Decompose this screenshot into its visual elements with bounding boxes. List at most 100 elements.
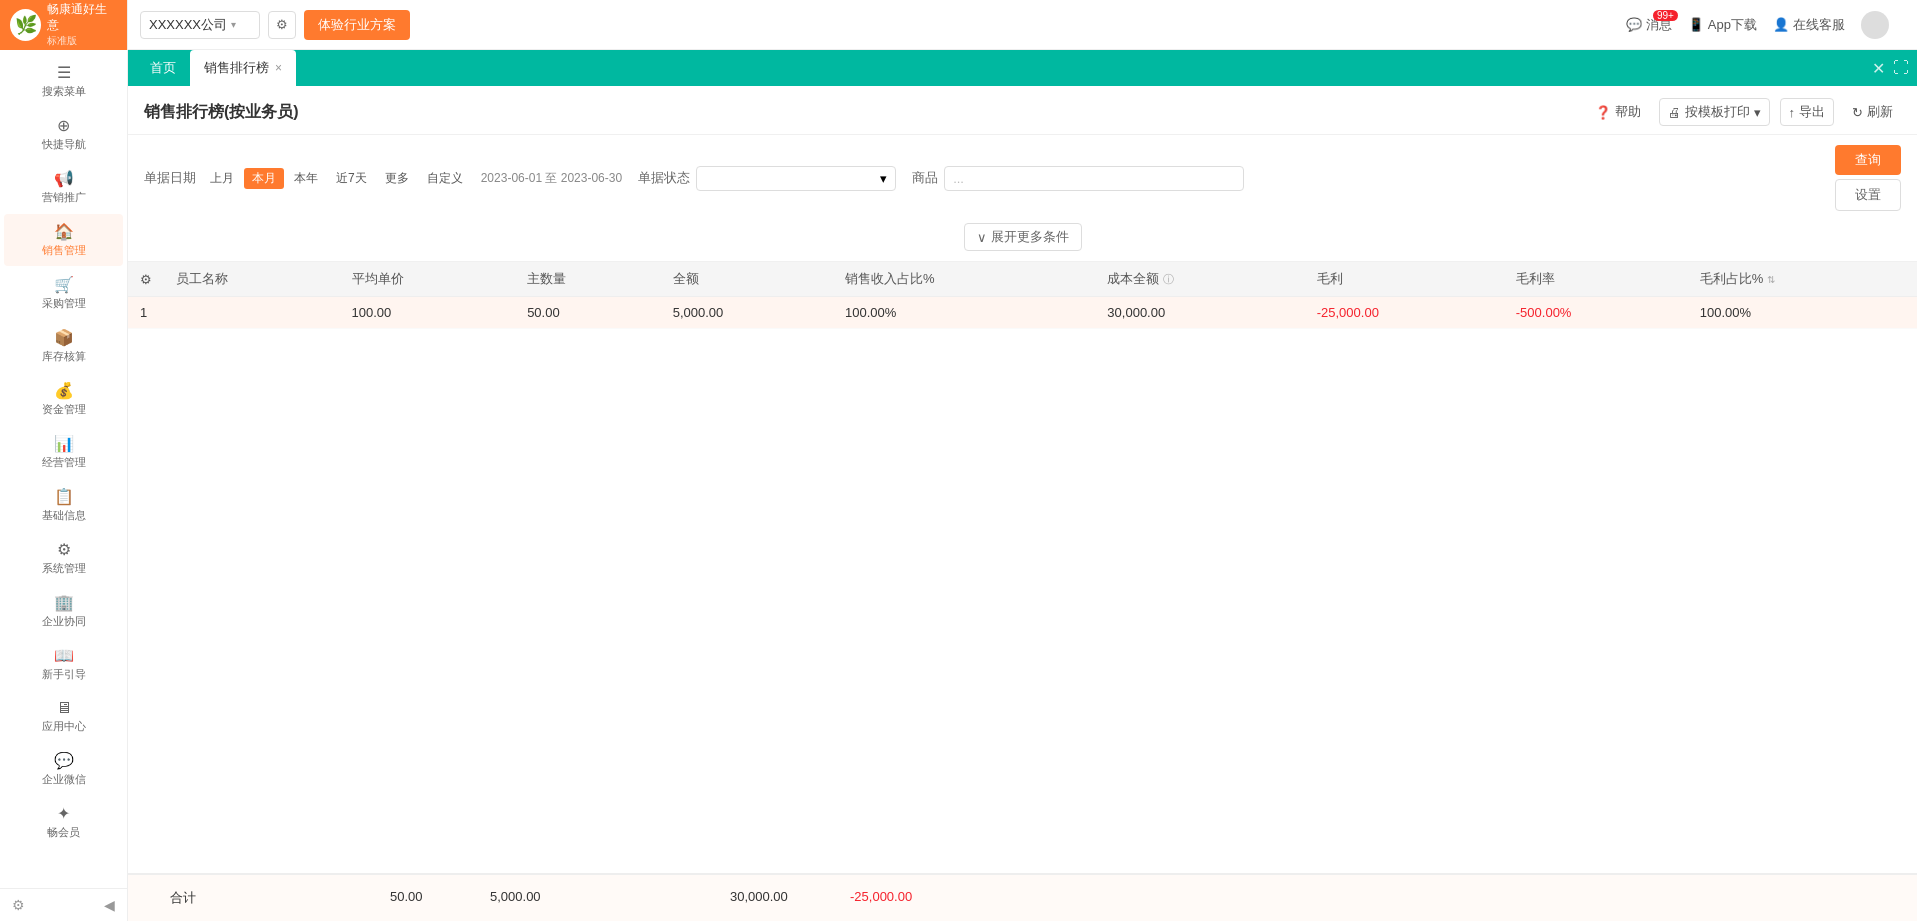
app-download-btn[interactable]: 📱 App下载 bbox=[1688, 16, 1757, 34]
sidebar-item-label: 快捷导航 bbox=[42, 137, 86, 152]
sidebar-item-guide[interactable]: 📖 新手引导 bbox=[4, 638, 123, 690]
sidebar-item-label: 库存核算 bbox=[42, 349, 86, 364]
sidebar-item-finance[interactable]: 💰 资金管理 bbox=[4, 373, 123, 425]
help-btn[interactable]: ❓ 帮助 bbox=[1587, 99, 1649, 125]
sidebar-item-label: 经营管理 bbox=[42, 455, 86, 470]
cell-avg-price: 100.00 bbox=[340, 297, 516, 329]
trial-button[interactable]: 体验行业方案 bbox=[304, 10, 410, 40]
th-settings[interactable]: ⚙ bbox=[128, 262, 164, 297]
filter-area: 单据日期 上月 本月 本年 近7天 更多 自定义 2023-06-01 至 20… bbox=[128, 135, 1917, 262]
enterprise-icon: 🏢 bbox=[54, 593, 74, 612]
date-tab-current-year[interactable]: 本年 bbox=[286, 168, 326, 189]
search-menu-icon: ☰ bbox=[57, 63, 71, 82]
sidebar-item-search[interactable]: ☰ 搜索菜单 bbox=[4, 55, 123, 107]
goods-placeholder: ... bbox=[953, 171, 964, 186]
sidebar-item-base-info[interactable]: 📋 基础信息 bbox=[4, 479, 123, 531]
th-avg-price: 平均单价 bbox=[340, 262, 516, 297]
gear-icon: ⚙ bbox=[276, 17, 288, 32]
sidebar-item-purchase[interactable]: 🛒 采购管理 bbox=[4, 267, 123, 319]
system-icon: ⚙ bbox=[57, 540, 71, 559]
page-header: 销售排行榜(按业务员) ❓ 帮助 🖨 按模板打印 ▾ ↑ 导出 ↻ 刷新 bbox=[128, 86, 1917, 135]
sort-icon: ⇅ bbox=[1767, 274, 1775, 285]
sidebar-item-inventory[interactable]: 📦 库存核算 bbox=[4, 320, 123, 372]
print-icon: 🖨 bbox=[1668, 105, 1681, 120]
main-area: XXXXXX公司 ▾ ⚙ 体验行业方案 💬 消息 99+ 📱 App下载 👤 在… bbox=[128, 0, 1917, 921]
goods-filter-label: 商品 bbox=[912, 169, 938, 187]
help-icon: ❓ bbox=[1595, 105, 1611, 120]
refresh-label: 刷新 bbox=[1867, 103, 1893, 121]
sidebar-item-operations[interactable]: 📊 经营管理 bbox=[4, 426, 123, 478]
sidebar-item-label: 搜索菜单 bbox=[42, 84, 86, 99]
purchase-icon: 🛒 bbox=[54, 275, 74, 294]
print-btn[interactable]: 🖨 按模板打印 ▾ bbox=[1659, 98, 1770, 126]
logo-subtitle: 标准版 bbox=[47, 34, 117, 48]
logo-title: 畅康通好生意 bbox=[47, 2, 117, 33]
date-filter-label: 单据日期 bbox=[144, 169, 196, 187]
window-close-icon[interactable]: ✕ bbox=[1872, 59, 1885, 78]
date-tab-custom[interactable]: 自定义 bbox=[419, 168, 471, 189]
topbar-right: 💬 消息 99+ 📱 App下载 👤 在线客服 bbox=[1626, 11, 1905, 39]
sidebar-collapse-btn[interactable]: ◀ bbox=[104, 897, 115, 913]
cost-info-icon[interactable]: ⓘ bbox=[1163, 273, 1174, 285]
tab-sales-ranking[interactable]: 销售排行榜 × bbox=[190, 50, 296, 86]
tab-home-label: 首页 bbox=[150, 59, 176, 77]
th-main-qty: 主数量 bbox=[515, 262, 661, 297]
cell-total: 5,000.00 bbox=[661, 297, 833, 329]
status-chevron-icon: ▾ bbox=[880, 171, 887, 186]
export-btn[interactable]: ↑ 导出 bbox=[1780, 98, 1835, 126]
guide-icon: 📖 bbox=[54, 646, 74, 665]
marketing-icon: 📢 bbox=[54, 169, 74, 188]
page-title: 销售排行榜(按业务员) bbox=[144, 102, 299, 123]
sidebar-settings-btn[interactable]: ⚙ bbox=[12, 897, 25, 913]
table-header: ⚙ 员工名称 平均单价 主数量 全额 销售收入占比% 成本全额 ⓘ 毛利 毛利率… bbox=[128, 262, 1917, 297]
date-tab-more[interactable]: 更多 bbox=[377, 168, 417, 189]
window-maximize-icon[interactable]: ⛶ bbox=[1893, 59, 1909, 78]
sidebar-item-member[interactable]: ✦ 畅会员 bbox=[4, 796, 123, 848]
sidebar-item-sales[interactable]: 🏠 销售管理 bbox=[4, 214, 123, 266]
footer-spacer bbox=[128, 883, 158, 913]
date-tab-7days[interactable]: 近7天 bbox=[328, 168, 375, 189]
goods-filter-group: 商品 ... bbox=[912, 166, 1244, 191]
tab-home[interactable]: 首页 bbox=[136, 50, 190, 86]
date-tab-prev-month[interactable]: 上月 bbox=[202, 168, 242, 189]
tab-close-icon[interactable]: × bbox=[275, 61, 282, 75]
sidebar-item-system[interactable]: ⚙ 系统管理 bbox=[4, 532, 123, 584]
search-button[interactable]: 查询 bbox=[1835, 145, 1901, 175]
phone-icon: 📱 bbox=[1688, 17, 1704, 32]
app-download-label: App下载 bbox=[1708, 16, 1757, 34]
footer-label: 合计 bbox=[158, 883, 278, 913]
sidebar-item-label: 新手引导 bbox=[42, 667, 86, 682]
sidebar-item-marketing[interactable]: 📢 营销推广 bbox=[4, 161, 123, 213]
sidebar-logo: 🌿 畅康通好生意 标准版 bbox=[0, 0, 127, 50]
footer-gross-rate bbox=[958, 883, 1078, 913]
company-selector[interactable]: XXXXXX公司 ▾ bbox=[140, 11, 260, 39]
cell-gross-rate: -500.00% bbox=[1504, 297, 1688, 329]
sidebar-item-quick-nav[interactable]: ⊕ 快捷导航 bbox=[4, 108, 123, 160]
settings-button[interactable]: 设置 bbox=[1835, 179, 1901, 211]
sidebar-item-label: 基础信息 bbox=[42, 508, 86, 523]
settings-gear-btn[interactable]: ⚙ bbox=[268, 11, 296, 39]
message-btn[interactable]: 💬 消息 99+ bbox=[1626, 16, 1672, 34]
sidebar-item-weixin[interactable]: 💬 企业微信 bbox=[4, 743, 123, 795]
date-tab-current-month[interactable]: 本月 bbox=[244, 168, 284, 189]
sidebar-item-app-center[interactable]: 🖥 应用中心 bbox=[4, 691, 123, 742]
expand-filter-btn[interactable]: ∨ 展开更多条件 bbox=[964, 223, 1082, 251]
footer-gross: -25,000.00 bbox=[838, 883, 958, 913]
sidebar-item-enterprise[interactable]: 🏢 企业协同 bbox=[4, 585, 123, 637]
cell-gross-pct: 100.00% bbox=[1688, 297, 1917, 329]
goods-select[interactable]: ... bbox=[944, 166, 1244, 191]
page-actions: ❓ 帮助 🖨 按模板打印 ▾ ↑ 导出 ↻ 刷新 bbox=[1587, 98, 1902, 126]
sidebar-item-label: 资金管理 bbox=[42, 402, 86, 417]
page-content: 销售排行榜(按业务员) ❓ 帮助 🖨 按模板打印 ▾ ↑ 导出 ↻ 刷新 bbox=[128, 86, 1917, 921]
footer-total: 5,000.00 bbox=[478, 883, 598, 913]
status-select[interactable]: ▾ bbox=[696, 166, 896, 191]
expand-down-icon: ∨ bbox=[977, 230, 987, 245]
sidebar-item-label: 营销推广 bbox=[42, 190, 86, 205]
user-avatar[interactable] bbox=[1861, 11, 1889, 39]
th-gross: 毛利 bbox=[1305, 262, 1504, 297]
service-icon: 👤 bbox=[1773, 17, 1789, 32]
status-filter-group: 单据状态 ▾ bbox=[638, 166, 896, 191]
footer-sales-pct bbox=[598, 883, 718, 913]
online-service-btn[interactable]: 👤 在线客服 bbox=[1773, 16, 1845, 34]
refresh-btn[interactable]: ↻ 刷新 bbox=[1844, 99, 1901, 125]
